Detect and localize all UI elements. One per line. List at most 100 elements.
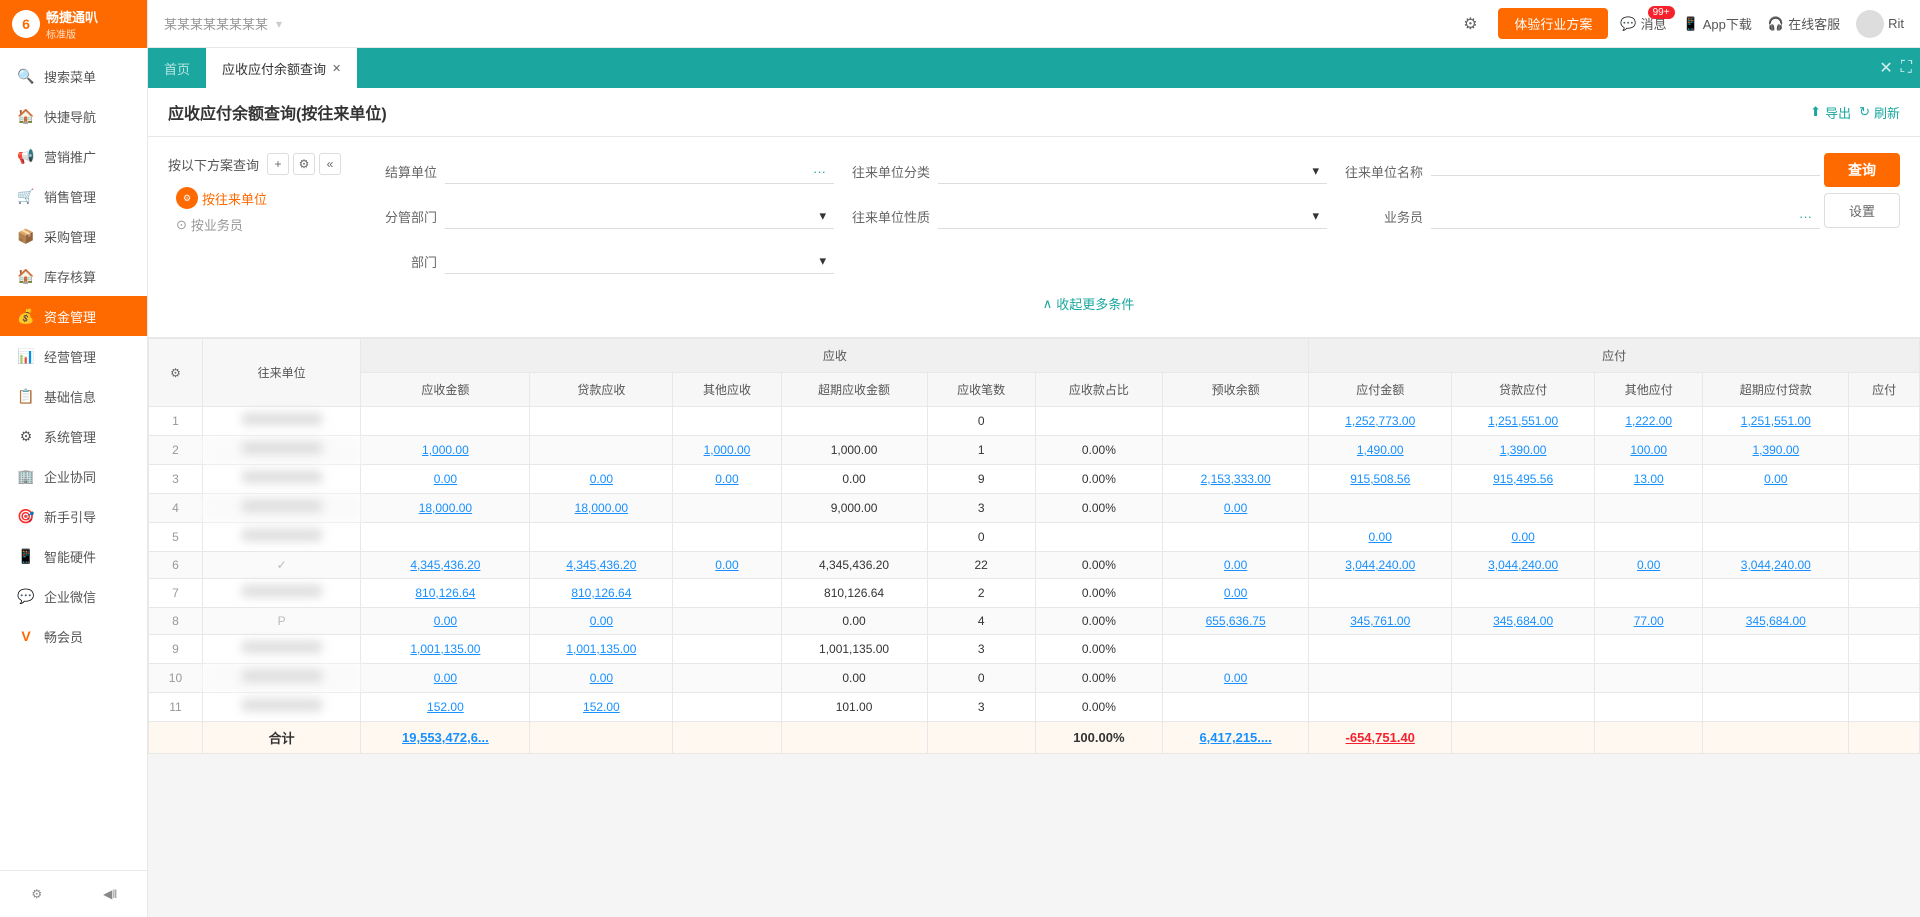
row-ar-advance[interactable]: 0.00	[1162, 552, 1308, 579]
filter-by-customer[interactable]: ⚙ 按往来单位	[176, 187, 341, 209]
department-input[interactable]: ▾	[445, 204, 834, 229]
salesperson-dots-icon[interactable]: ···	[1799, 209, 1812, 224]
sidebar-item-sales[interactable]: 🛒 销售管理	[0, 176, 147, 216]
table-settings-icon[interactable]: ⚙	[170, 366, 181, 380]
row-ar-amount[interactable]: 4,345,436.20	[361, 552, 530, 579]
close-all-button[interactable]: ✕	[1879, 58, 1892, 78]
row-ar-other[interactable]: 1,000.00	[673, 436, 781, 465]
row-ar-advance[interactable]: 655,636.75	[1162, 608, 1308, 635]
row-ap-other[interactable]: 0.00	[1595, 552, 1703, 579]
header-gear-button[interactable]: ⚙	[1454, 8, 1486, 40]
expand-button[interactable]: ⛶	[1901, 59, 1912, 77]
sidebar-item-operations[interactable]: 📊 经营管理	[0, 336, 147, 376]
row-ap-loan[interactable]: 1,251,551.00	[1452, 407, 1595, 436]
partner-nature-input[interactable]: ▾	[938, 204, 1327, 229]
sidebar-collapse-button[interactable]: ◀‖	[74, 879, 148, 909]
row-ap-loan[interactable]: 915,495.56	[1452, 465, 1595, 494]
sidebar-item-member[interactable]: V 畅会员	[0, 616, 147, 656]
row-ar-loan[interactable]: 152.00	[530, 693, 673, 722]
sidebar-item-enterprise[interactable]: 🏢 企业协同	[0, 456, 147, 496]
col-settings-header[interactable]: ⚙	[149, 339, 203, 407]
row-ap-loan[interactable]: 1,390.00	[1452, 436, 1595, 465]
row-ar-loan[interactable]: 4,345,436.20	[530, 552, 673, 579]
row-ar-advance[interactable]: 0.00	[1162, 494, 1308, 523]
row-ar-other[interactable]: 0.00	[673, 552, 781, 579]
sidebar-item-wechat[interactable]: 💬 企业微信	[0, 576, 147, 616]
tab-close-icon[interactable]: ✕	[332, 62, 341, 75]
row-ap-loan[interactable]: 3,044,240.00	[1452, 552, 1595, 579]
app-download-button[interactable]: 📱 App下载	[1683, 14, 1752, 33]
export-button[interactable]: ⬆ 导出	[1810, 103, 1851, 122]
row-ap-amount[interactable]: 1,490.00	[1309, 436, 1452, 465]
sidebar-item-warehouse[interactable]: 🏠 库存核算	[0, 256, 147, 296]
row-ar-advance[interactable]: 0.00	[1162, 579, 1308, 608]
sidebar-item-purchase[interactable]: 📦 采购管理	[0, 216, 147, 256]
partner-category-input[interactable]: ▾	[938, 159, 1327, 184]
row-ar-loan[interactable]: 0.00	[530, 608, 673, 635]
row-ap-overdue-loan[interactable]: 1,251,551.00	[1703, 407, 1849, 436]
sidebar-item-system[interactable]: ⚙ 系统管理	[0, 416, 147, 456]
row-ap-other[interactable]: 100.00	[1595, 436, 1703, 465]
row-ap-overdue-loan[interactable]: 0.00	[1703, 465, 1849, 494]
sidebar-item-search[interactable]: 🔍 搜索菜单	[0, 56, 147, 96]
promo-button[interactable]: 体验行业方案	[1498, 8, 1608, 39]
sidebar-settings-button[interactable]: ⚙	[0, 879, 74, 909]
settlement-unit-dots-icon[interactable]: ···	[813, 164, 826, 179]
sidebar-item-basic-info[interactable]: 📋 基础信息	[0, 376, 147, 416]
sidebar-item-marketing[interactable]: 📢 营销推广	[0, 136, 147, 176]
row-ap-amount[interactable]: 915,508.56	[1309, 465, 1452, 494]
row-ar-loan[interactable]: 18,000.00	[530, 494, 673, 523]
row-ar-amount[interactable]: 1,000.00	[361, 436, 530, 465]
sidebar-item-guide[interactable]: 🎯 新手引导	[0, 496, 147, 536]
footer-ar-advance[interactable]: 6,417,215....	[1162, 722, 1308, 754]
row-ar-amount[interactable]: 18,000.00	[361, 494, 530, 523]
sidebar-item-quick-nav[interactable]: 🏠 快捷导航	[0, 96, 147, 136]
online-service-button[interactable]: 🎧 在线客服	[1768, 14, 1840, 33]
row-ap-overdue-loan[interactable]: 345,684.00	[1703, 608, 1849, 635]
query-button[interactable]: 查询	[1824, 153, 1900, 187]
row-ap-amount[interactable]: 0.00	[1309, 523, 1452, 552]
footer-ap-amount[interactable]: -654,751.40	[1309, 722, 1452, 754]
row-ar-loan[interactable]: 0.00	[530, 664, 673, 693]
sidebar-item-hardware[interactable]: 📱 智能硬件	[0, 536, 147, 576]
row-ap-other[interactable]: 1,222.00	[1595, 407, 1703, 436]
salesperson-input[interactable]: ···	[1431, 205, 1820, 229]
row-ap-other[interactable]: 13.00	[1595, 465, 1703, 494]
filter-settings-button[interactable]: ⚙	[293, 153, 315, 175]
row-ar-loan[interactable]: 1,001,135.00	[530, 635, 673, 664]
tab-home[interactable]: 首页	[148, 48, 206, 88]
row-ap-other[interactable]: 77.00	[1595, 608, 1703, 635]
row-ap-loan[interactable]: 345,684.00	[1452, 608, 1595, 635]
row-ap-overdue-loan[interactable]: 3,044,240.00	[1703, 552, 1849, 579]
row-ar-advance[interactable]: 2,153,333.00	[1162, 465, 1308, 494]
filter-collapse-button[interactable]: «	[319, 153, 341, 175]
row-ar-amount[interactable]: 0.00	[361, 664, 530, 693]
row-ar-loan[interactable]: 0.00	[530, 465, 673, 494]
filter-collapse-button[interactable]: ∧ 收起更多条件	[357, 286, 1820, 321]
row-ar-advance[interactable]: 0.00	[1162, 664, 1308, 693]
row-ar-amount[interactable]: 810,126.64	[361, 579, 530, 608]
row-ap-overdue-loan[interactable]: 1,390.00	[1703, 436, 1849, 465]
filter-add-button[interactable]: +	[267, 153, 289, 175]
partner-name-input[interactable]	[1431, 167, 1820, 176]
row-ar-other[interactable]: 0.00	[673, 465, 781, 494]
footer-ar-amount[interactable]: 19,553,472,6...	[361, 722, 530, 754]
row-ap-amount[interactable]: 3,044,240.00	[1309, 552, 1452, 579]
tab-arbalance[interactable]: 应收应付余额查询 ✕	[206, 48, 357, 88]
row-ap-amount[interactable]: 345,761.00	[1309, 608, 1452, 635]
settings-button[interactable]: 设置	[1824, 193, 1900, 228]
messages-button[interactable]: 💬 消息 99+	[1620, 14, 1666, 33]
refresh-button[interactable]: ↻ 刷新	[1859, 103, 1900, 122]
row-ap-loan[interactable]: 0.00	[1452, 523, 1595, 552]
settlement-unit-input[interactable]: ···	[445, 160, 834, 184]
row-ar-amount[interactable]: 152.00	[361, 693, 530, 722]
row-ar-amount[interactable]: 0.00	[361, 465, 530, 494]
sidebar-item-finance[interactable]: 💰 资金管理	[0, 296, 147, 336]
row-ap-amount[interactable]: 1,252,773.00	[1309, 407, 1452, 436]
row-ar-amount[interactable]: 1,001,135.00	[361, 635, 530, 664]
dept-input[interactable]: ▾	[445, 249, 834, 274]
row-ar-loan[interactable]: 810,126.64	[530, 579, 673, 608]
user-menu[interactable]: Rit	[1856, 10, 1904, 38]
filter-by-salesperson[interactable]: ⊙ 按业务员	[176, 215, 341, 234]
row-ar-amount[interactable]: 0.00	[361, 608, 530, 635]
